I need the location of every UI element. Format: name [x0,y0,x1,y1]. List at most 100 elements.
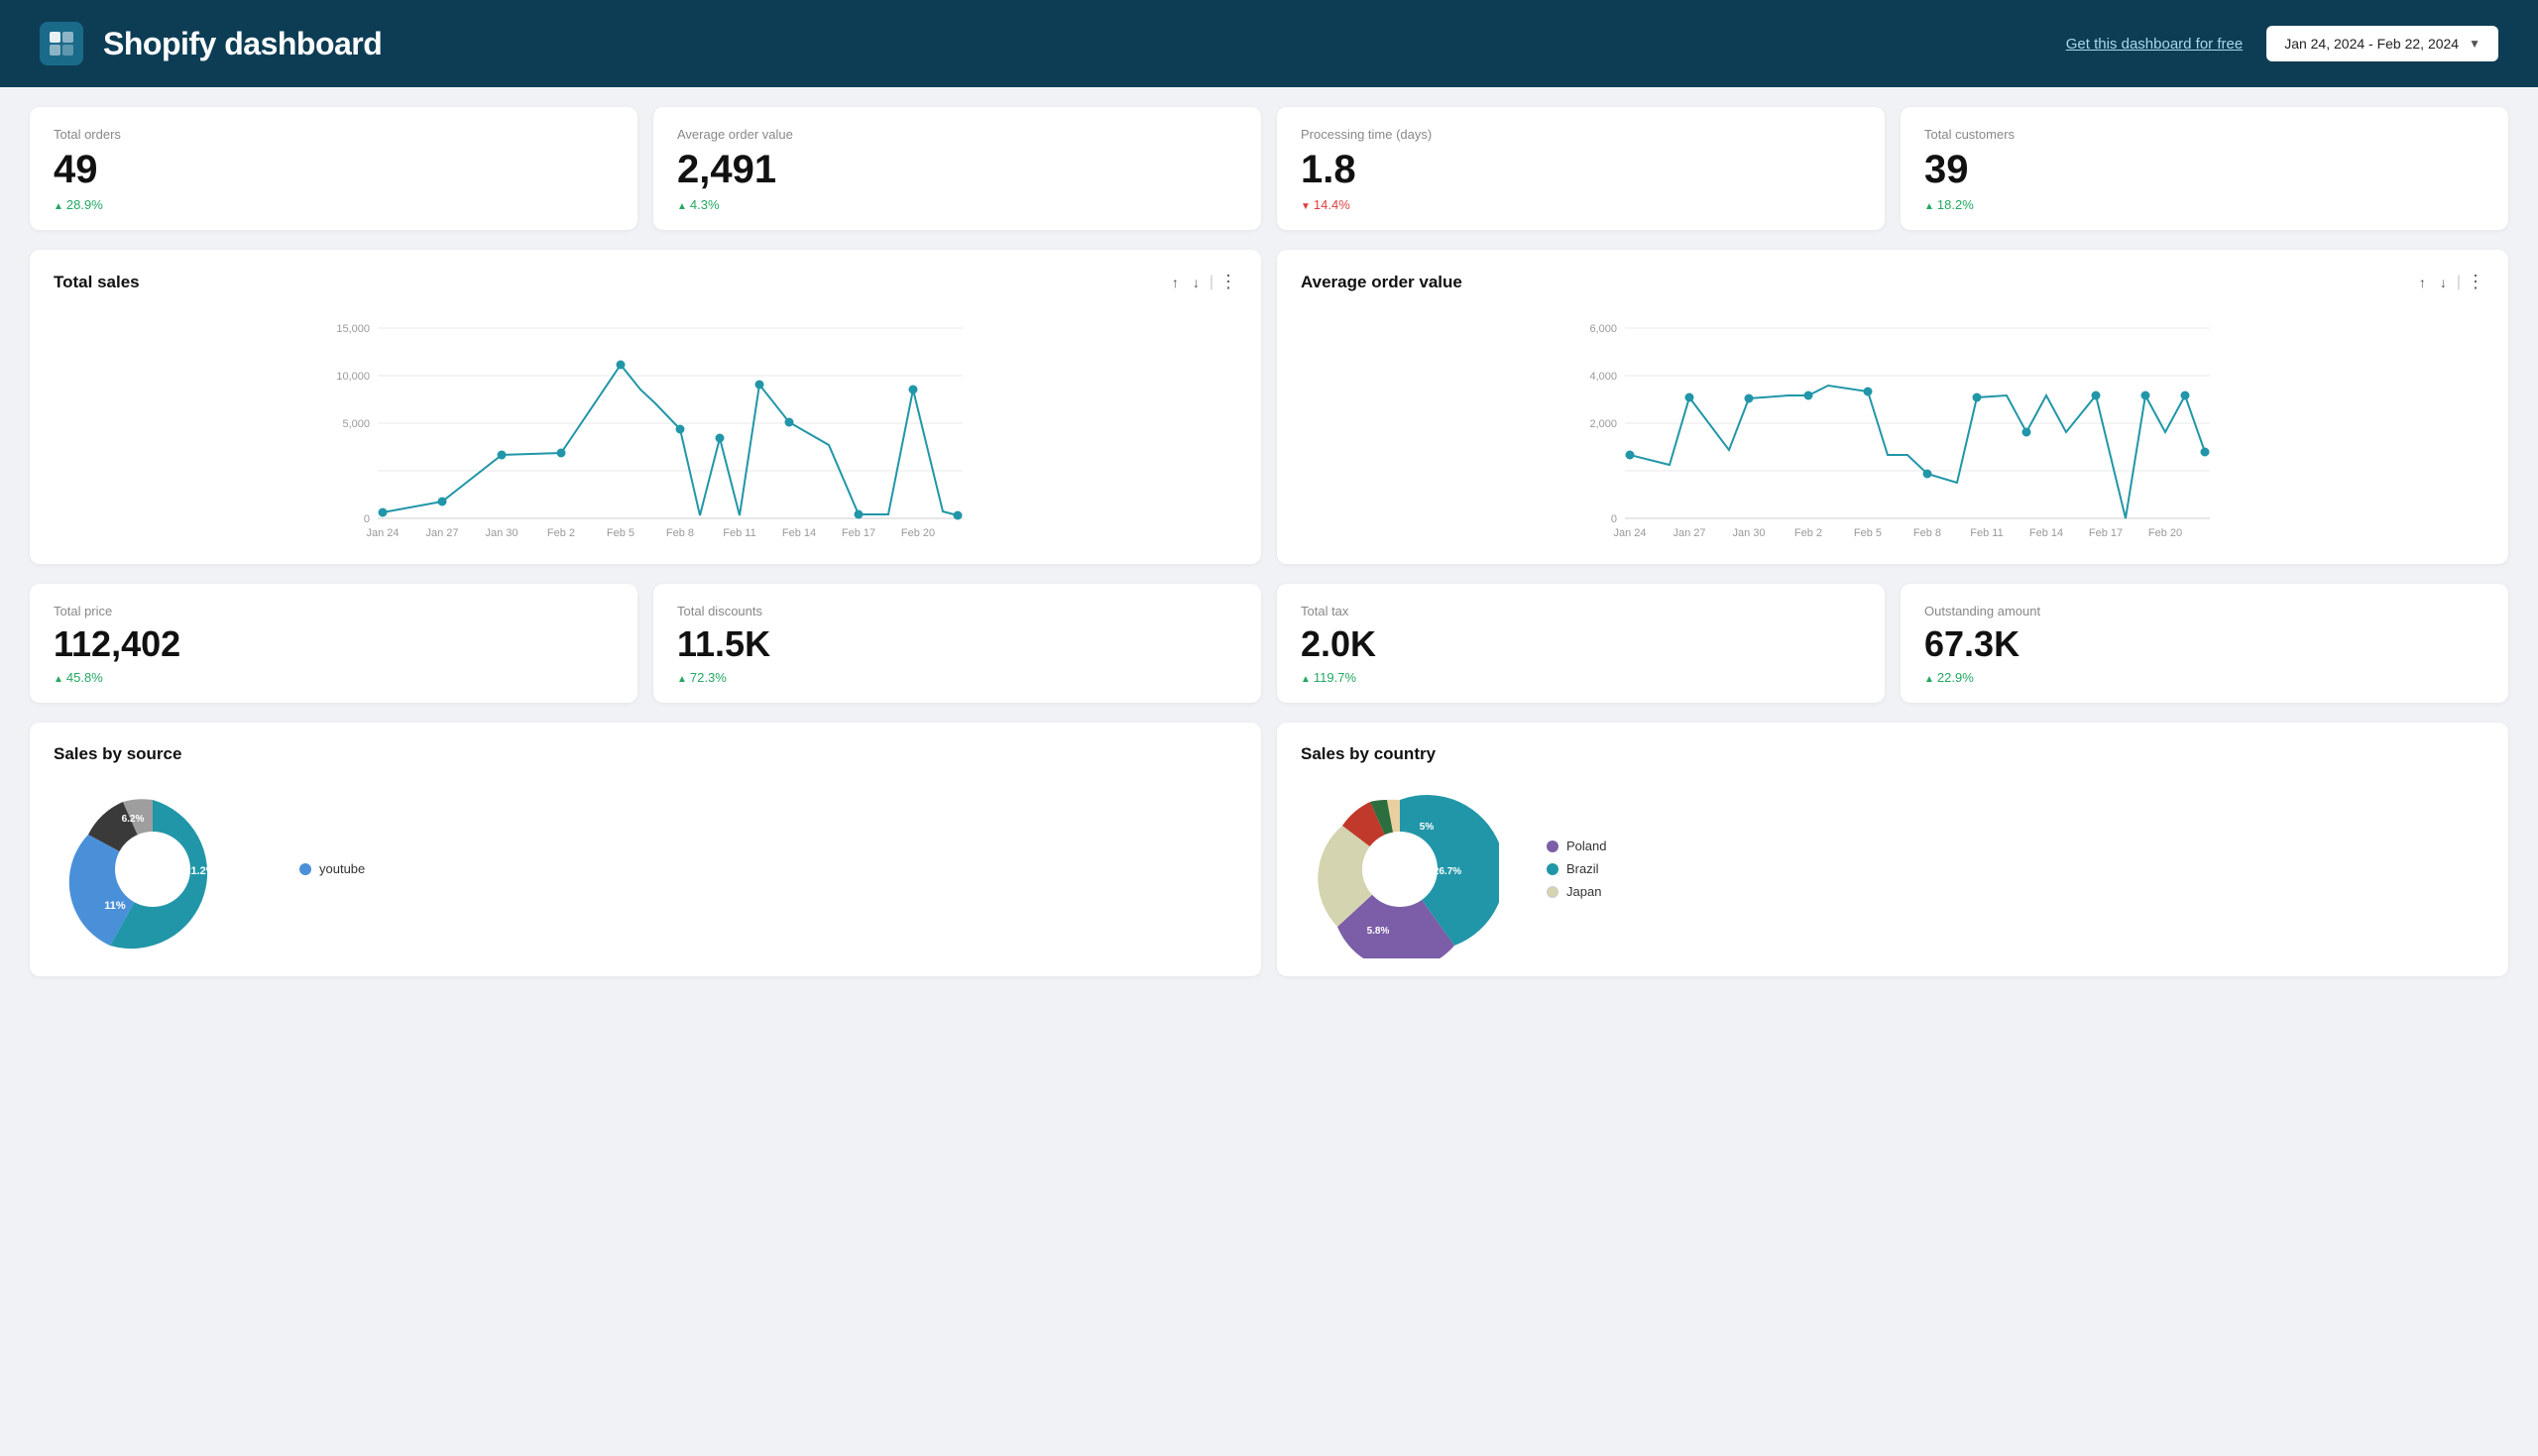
legend-label-poland: Poland [1566,839,1606,853]
sales-by-source-card: Sales by source 21.2% [30,723,1261,976]
svg-text:0: 0 [1611,513,1617,525]
get-dashboard-link[interactable]: Get this dashboard for free [2066,36,2243,53]
metric-value-total-tax: 2.0K [1301,624,1861,664]
chart-title-avg-order: Average order value [1301,273,1462,292]
legend-dot-brazil [1547,863,1558,875]
svg-text:Feb 14: Feb 14 [782,527,816,539]
arrow-down-icon [1301,197,1311,212]
page-title: Shopify dashboard [103,26,382,62]
arrow-up-icon [1924,670,1934,685]
svg-text:21.2%: 21.2% [184,865,215,877]
svg-text:Jan 24: Jan 24 [366,527,399,539]
svg-text:Feb 20: Feb 20 [901,527,935,539]
kpi-card-avg-order-value: Average order value 2,491 4.3% [653,107,1261,230]
avg-order-value-chart-card: Average order value ↑ ↓ | ⋮ 6,000 4,000 … [1277,250,2508,564]
svg-text:Jan 27: Jan 27 [425,527,458,539]
sort-asc-button[interactable]: ↑ [1168,273,1183,292]
chart-title-total-sales: Total sales [54,273,140,292]
chart-controls-total-sales: ↑ ↓ | ⋮ [1168,272,1237,292]
avg-order-svg: 6,000 4,000 2,000 0 [1301,308,2484,546]
legend-dot-poland [1547,840,1558,852]
chart-header-avg-order: Average order value ↑ ↓ | ⋮ [1301,272,2484,292]
svg-text:Feb 5: Feb 5 [607,527,634,539]
svg-text:4,000: 4,000 [1589,371,1617,383]
svg-text:Feb 8: Feb 8 [666,527,694,539]
svg-text:0: 0 [364,513,370,525]
svg-text:6.2%: 6.2% [122,814,145,825]
legend-label-japan: Japan [1566,884,1601,899]
header-left: Shopify dashboard [40,22,382,65]
sort-asc-button-avg[interactable]: ↑ [2415,273,2430,292]
more-options-icon[interactable]: ⋮ [1219,272,1237,292]
sort-desc-button[interactable]: ↓ [1189,273,1204,292]
sales-by-source-content: 21.2% 11% 6.2% youtube [54,780,1237,958]
svg-text:Feb 14: Feb 14 [2029,527,2063,539]
kpi-label-total-customers: Total customers [1924,127,2484,142]
metric-value-total-discounts: 11.5K [677,624,1237,664]
metric-value-outstanding-amount: 67.3K [1924,624,2484,664]
metric-change-total-tax: 119.7% [1301,670,1861,685]
date-range-selector[interactable]: Jan 24, 2024 - Feb 22, 2024 ▼ [2266,26,2498,61]
legend-label-brazil: Brazil [1566,861,1599,876]
svg-text:Feb 8: Feb 8 [1913,527,1941,539]
kpi-label-processing-time: Processing time (days) [1301,127,1861,142]
metric-value-total-price: 112,402 [54,624,614,664]
svg-text:2,000: 2,000 [1589,418,1617,430]
metric-label-total-tax: Total tax [1301,604,1861,618]
metric-change-total-price: 45.8% [54,670,614,685]
kpi-card-total-orders: Total orders 49 28.9% [30,107,637,230]
svg-text:Feb 17: Feb 17 [2089,527,2123,539]
kpi-change-avg-order-value: 4.3% [677,197,1237,212]
svg-text:26.7%: 26.7% [1434,866,1461,877]
svg-text:5,000: 5,000 [342,418,370,430]
more-options-icon-avg[interactable]: ⋮ [2467,272,2484,292]
svg-text:Feb 20: Feb 20 [2148,527,2182,539]
main-content: Total orders 49 28.9% Average order valu… [0,87,2538,996]
svg-text:Jan 30: Jan 30 [485,527,518,539]
legend-dot-youtube [299,863,311,875]
svg-text:15,000: 15,000 [336,323,370,335]
svg-text:Feb 17: Feb 17 [842,527,875,539]
sales-by-country-title: Sales by country [1301,744,2484,764]
legend-item-youtube: youtube [299,861,365,876]
legend-label-youtube: youtube [319,861,365,876]
arrow-up-icon [54,197,63,212]
svg-text:5.8%: 5.8% [1367,926,1390,937]
metric-label-outstanding-amount: Outstanding amount [1924,604,2484,618]
sort-desc-button-avg[interactable]: ↓ [2436,273,2451,292]
metric-change-total-discounts: 72.3% [677,670,1237,685]
kpi-row: Total orders 49 28.9% Average order valu… [30,107,2508,230]
separator-avg: | [2457,274,2461,291]
svg-text:11%: 11% [104,900,126,912]
logo-icon [40,22,83,65]
total-sales-chart-card: Total sales ↑ ↓ | ⋮ 15,000 10,000 5,000 [30,250,1261,564]
legend-dot-japan [1547,886,1558,898]
separator: | [1210,274,1213,291]
bottom-row: Sales by source 21.2% [30,723,2508,976]
svg-text:Feb 2: Feb 2 [547,527,575,539]
sales-by-source-legend: youtube [299,861,365,876]
kpi-change-total-orders: 28.9% [54,197,614,212]
arrow-up-icon [1301,670,1311,685]
chart-row: Total sales ↑ ↓ | ⋮ 15,000 10,000 5,000 [30,250,2508,564]
arrow-up-icon [1924,197,1934,212]
legend-item-poland: Poland [1547,839,1606,853]
page-header: Shopify dashboard Get this dashboard for… [0,0,2538,87]
metrics-row: Total price 112,402 45.8% Total discount… [30,584,2508,703]
svg-text:6,000: 6,000 [1589,323,1617,335]
svg-text:Feb 11: Feb 11 [723,527,755,539]
svg-text:Feb 5: Feb 5 [1854,527,1882,539]
chart-header-total-sales: Total sales ↑ ↓ | ⋮ [54,272,1237,292]
arrow-up-icon [54,670,63,685]
kpi-change-processing-time: 14.4% [1301,197,1861,212]
kpi-card-total-customers: Total customers 39 18.2% [1901,107,2508,230]
arrow-up-icon [677,197,687,212]
kpi-change-total-customers: 18.2% [1924,197,2484,212]
svg-text:Jan 24: Jan 24 [1613,527,1646,539]
legend-item-japan: Japan [1547,884,1606,899]
header-right: Get this dashboard for free Jan 24, 2024… [2066,26,2498,61]
metric-change-outstanding-amount: 22.9% [1924,670,2484,685]
arrow-up-icon [677,670,687,685]
kpi-value-processing-time: 1.8 [1301,148,1861,191]
total-sales-svg: 15,000 10,000 5,000 0 [54,308,1237,546]
